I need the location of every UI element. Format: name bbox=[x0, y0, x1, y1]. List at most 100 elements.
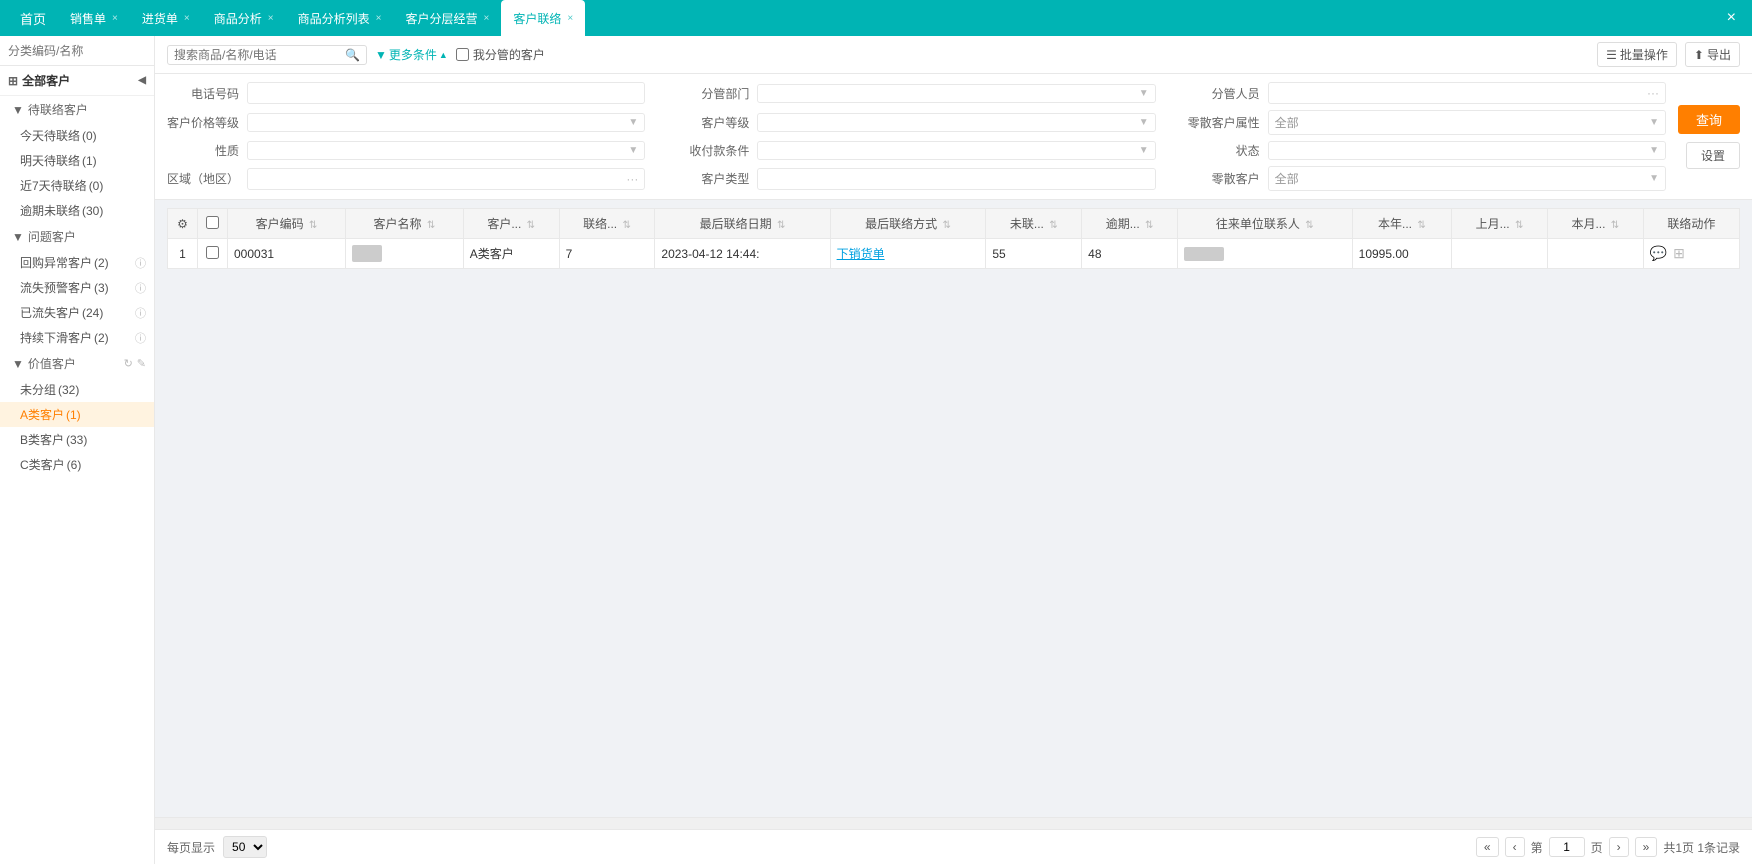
filter-field-region: 区域（地区） ··· bbox=[167, 168, 645, 190]
nav-tab-productanalysis[interactable]: 商品分析 × bbox=[202, 0, 286, 36]
row-contact-person-blurred bbox=[1184, 247, 1224, 261]
sort-icon[interactable]: ⇅ bbox=[1145, 220, 1153, 231]
filter-select-price-level[interactable]: ▼ bbox=[247, 113, 645, 132]
row-overdue: 48 bbox=[1082, 239, 1178, 269]
batch-ops-button[interactable]: ☰ 批量操作 bbox=[1597, 42, 1677, 67]
filter-select-scattered-attr[interactable]: 全部 ▼ bbox=[1268, 110, 1666, 135]
select-all-checkbox[interactable] bbox=[206, 216, 219, 229]
nav-tab-customersegment[interactable]: 客户分层经营 × bbox=[393, 0, 501, 36]
dots-icon[interactable]: ··· bbox=[626, 172, 638, 186]
row-checkbox[interactable] bbox=[206, 246, 219, 259]
search-icon[interactable]: 🔍 bbox=[345, 48, 360, 62]
close-tab-purchaseorder[interactable]: × bbox=[184, 13, 190, 24]
window-close-button[interactable]: × bbox=[1719, 9, 1744, 27]
filter-select-region[interactable]: ··· bbox=[247, 168, 645, 190]
more-filters-button[interactable]: ▼ 更多条件 ▲ bbox=[375, 46, 448, 63]
filter-select-payment[interactable]: ▼ bbox=[757, 141, 1155, 160]
next-page-button[interactable]: › bbox=[1609, 837, 1629, 857]
sort-icon[interactable]: ⇅ bbox=[309, 220, 317, 231]
page-input[interactable] bbox=[1549, 837, 1585, 857]
filter-field-customer-level: 客户等级 ▼ bbox=[677, 113, 1155, 132]
top-nav: 首页 销售单 × 进货单 × 商品分析 × 商品分析列表 × 客户分层经营 × … bbox=[0, 0, 1752, 36]
th-last-contact-date: 最后联络日期 ⇅ bbox=[655, 209, 830, 239]
refresh-icon[interactable]: ↻ bbox=[124, 357, 133, 370]
sidebar-item-tomorrow-contact[interactable]: 明天待联络 (1) bbox=[0, 148, 154, 173]
th-last-month: 上月... ⇅ bbox=[1452, 209, 1548, 239]
first-page-button[interactable]: « bbox=[1476, 837, 1499, 857]
sidebar-item-churned[interactable]: 已流失客户 (24) ⓘ bbox=[0, 300, 154, 325]
horizontal-scrollbar[interactable] bbox=[155, 817, 1752, 829]
sidebar-item-declining[interactable]: 持续下滑客户 (2) ⓘ bbox=[0, 325, 154, 350]
search-input[interactable] bbox=[174, 48, 345, 62]
row-checkbox-cell[interactable] bbox=[198, 239, 228, 269]
query-button[interactable]: 查询 bbox=[1678, 105, 1740, 134]
nav-tab-purchaseorder[interactable]: 进货单 × bbox=[130, 0, 202, 36]
value-group-actions: ↻ ✎ bbox=[124, 357, 146, 370]
sidebar-problem-customers-group[interactable]: ▼ 问题客户 bbox=[0, 223, 154, 250]
my-customers-filter[interactable]: 我分管的客户 bbox=[456, 46, 545, 63]
sort-icon[interactable]: ⇅ bbox=[622, 220, 630, 231]
per-page-select[interactable]: 50 bbox=[223, 836, 267, 858]
filter-input-customer-type[interactable] bbox=[757, 168, 1155, 190]
sidebar-item-b-class[interactable]: B类客户 (33) bbox=[0, 427, 154, 452]
comment-icon[interactable]: 💬 bbox=[1650, 245, 1667, 262]
close-tab-productanalysis[interactable]: × bbox=[268, 13, 274, 24]
sort-icon[interactable]: ⇅ bbox=[1305, 220, 1313, 231]
row-contact-count: 7 bbox=[559, 239, 655, 269]
edit-icon[interactable]: ✎ bbox=[137, 357, 146, 370]
filter-select-nature[interactable]: ▼ bbox=[247, 141, 645, 160]
last-contact-way-link[interactable]: 下销货单 bbox=[837, 247, 885, 261]
sidebar-item-week-contact[interactable]: 近7天待联络 (0) bbox=[0, 173, 154, 198]
close-tab-productlist[interactable]: × bbox=[376, 13, 382, 24]
sort-icon[interactable]: ⇅ bbox=[427, 220, 435, 231]
collapse-icon: ◀ bbox=[138, 75, 146, 86]
close-tab-customersegment[interactable]: × bbox=[483, 13, 489, 24]
filter-field-scattered-attr: 零散客户属性 全部 ▼ bbox=[1188, 110, 1666, 135]
action-icons: 💬 ⊞ bbox=[1650, 245, 1733, 262]
last-page-button[interactable]: » bbox=[1635, 837, 1658, 857]
sort-icon[interactable]: ⇅ bbox=[1049, 220, 1057, 231]
sort-icon[interactable]: ⇅ bbox=[527, 220, 535, 231]
filter-input-phone[interactable] bbox=[247, 82, 645, 104]
sort-icon[interactable]: ⇅ bbox=[1611, 220, 1619, 231]
filter-select-customer-level[interactable]: ▼ bbox=[757, 113, 1155, 132]
filter-select-scattered[interactable]: 全部 ▼ bbox=[1268, 166, 1666, 191]
sidebar-pending-contact-group[interactable]: ▼ 待联络客户 bbox=[0, 96, 154, 123]
link-icon[interactable]: ⊞ bbox=[1673, 245, 1685, 262]
sidebar-search-input[interactable] bbox=[8, 44, 155, 58]
nav-tab-productlist[interactable]: 商品分析列表 × bbox=[286, 0, 394, 36]
sidebar-item-c-class[interactable]: C类客户 (6) bbox=[0, 452, 154, 477]
close-tab-salesorder[interactable]: × bbox=[112, 13, 118, 24]
sidebar-all-customers[interactable]: ⊞ 全部客户 ◀ bbox=[0, 66, 154, 96]
sidebar-item-unclassified[interactable]: 未分组 (32) bbox=[0, 377, 154, 402]
sidebar-value-customers-group[interactable]: ▼ 价值客户 ↻ ✎ bbox=[0, 350, 154, 377]
filter-select-status[interactable]: ▼ bbox=[1268, 141, 1666, 160]
sort-icon[interactable]: ⇅ bbox=[1417, 220, 1425, 231]
row-action-cell: 💬 ⊞ bbox=[1643, 239, 1739, 269]
filter-input-person[interactable]: ··· bbox=[1268, 82, 1666, 104]
th-checkbox[interactable] bbox=[198, 209, 228, 239]
row-last-contact-way: 下销货单 bbox=[830, 239, 986, 269]
sidebar-item-churn-warning[interactable]: 流失预警客户 (3) ⓘ bbox=[0, 275, 154, 300]
export-button[interactable]: ⬆ 导出 bbox=[1685, 42, 1740, 67]
sidebar-item-a-class[interactable]: A类客户 (1) bbox=[0, 402, 154, 427]
my-customers-checkbox[interactable] bbox=[456, 48, 469, 61]
prev-page-button[interactable]: ‹ bbox=[1505, 837, 1525, 857]
sort-icon[interactable]: ⇅ bbox=[777, 220, 785, 231]
sort-icon[interactable]: ⇅ bbox=[1515, 220, 1523, 231]
filter-row-4: 区域（地区） ··· 客户类型 bbox=[167, 166, 1666, 191]
nav-home[interactable]: 首页 bbox=[8, 0, 58, 36]
settings-icon[interactable]: ⚙ bbox=[177, 217, 188, 231]
sort-icon[interactable]: ⇅ bbox=[942, 220, 950, 231]
close-tab-customercontact[interactable]: × bbox=[567, 13, 573, 24]
filter-select-dept[interactable]: ▼ bbox=[757, 84, 1155, 103]
setting-button[interactable]: 设置 bbox=[1686, 142, 1740, 169]
info-icon: ⓘ bbox=[135, 305, 146, 321]
nav-tab-customercontact[interactable]: 客户联络 × bbox=[501, 0, 585, 36]
sidebar-item-overdue-contact[interactable]: 逾期未联络 (30) bbox=[0, 198, 154, 223]
dots-icon[interactable]: ··· bbox=[1647, 86, 1659, 100]
sidebar-item-today-contact[interactable]: 今天待联络 (0) bbox=[0, 123, 154, 148]
nav-tab-salesorder[interactable]: 销售单 × bbox=[58, 0, 130, 36]
th-settings[interactable]: ⚙ bbox=[168, 209, 198, 239]
sidebar-item-repurchase-abnormal[interactable]: 回购异常客户 (2) ⓘ bbox=[0, 250, 154, 275]
